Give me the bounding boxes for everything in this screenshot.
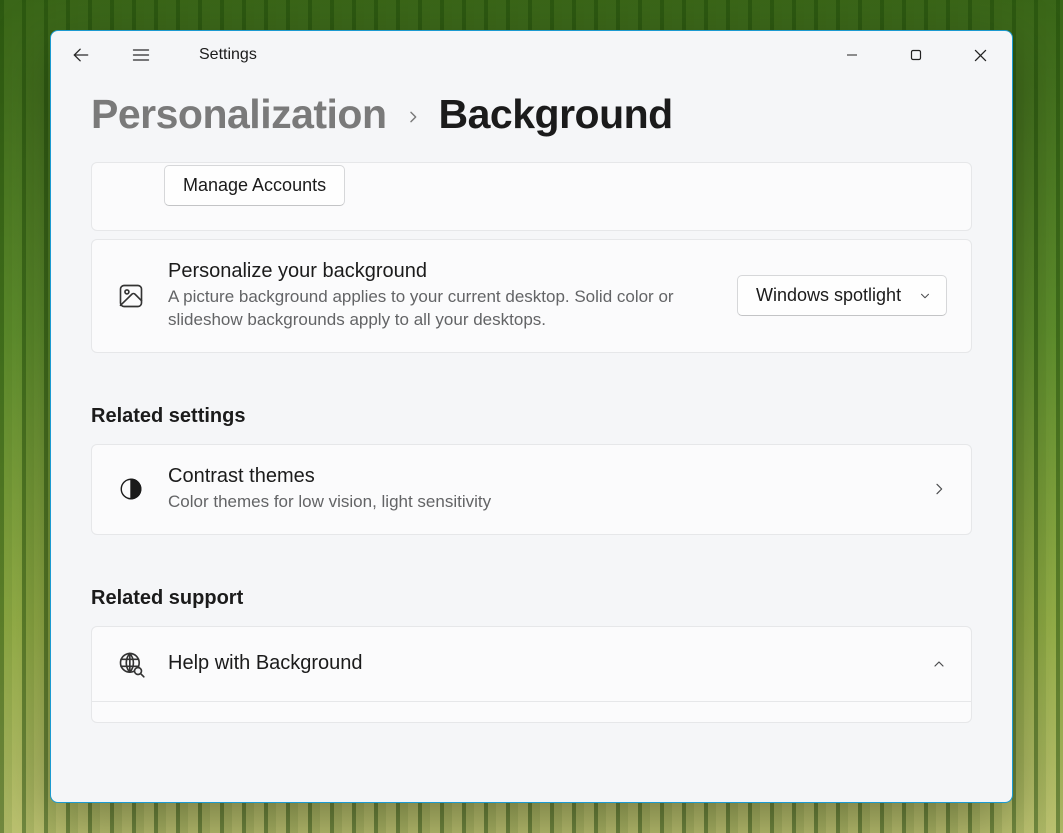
close-icon xyxy=(974,49,987,62)
contrast-themes-card[interactable]: Contrast themes Color themes for low vis… xyxy=(91,444,972,535)
breadcrumb: Personalization Background xyxy=(91,79,972,162)
contrast-title: Contrast themes xyxy=(168,465,909,488)
spotlight-card-partial: Manage Accounts xyxy=(91,162,972,231)
back-button[interactable] xyxy=(65,39,97,71)
background-type-value: Windows spotlight xyxy=(756,285,901,306)
chevron-right-icon xyxy=(405,105,421,131)
close-button[interactable] xyxy=(948,33,1012,77)
chevron-right-icon xyxy=(931,481,947,497)
hamburger-icon xyxy=(131,45,151,65)
related-support-heading: Related support xyxy=(91,587,972,610)
minimize-button[interactable] xyxy=(820,33,884,77)
app-title: Settings xyxy=(199,46,257,64)
maximize-icon xyxy=(910,49,922,61)
nav-menu-button[interactable] xyxy=(125,39,157,71)
personalize-background-card: Personalize your background A picture ba… xyxy=(91,239,972,353)
background-type-select[interactable]: Windows spotlight xyxy=(737,275,947,316)
minimize-icon xyxy=(846,49,858,61)
personalize-desc: A picture background applies to your cur… xyxy=(168,286,715,332)
help-background-card: Help with Background xyxy=(91,626,972,723)
back-arrow-icon xyxy=(71,45,91,65)
titlebar: Settings xyxy=(51,31,1012,79)
chevron-down-icon xyxy=(918,289,932,303)
help-background-toggle[interactable]: Help with Background xyxy=(92,627,971,702)
contrast-icon xyxy=(116,474,146,504)
content-area: Personalization Background Manage Accoun… xyxy=(51,79,1012,802)
chevron-up-icon xyxy=(931,656,947,672)
breadcrumb-current: Background xyxy=(439,91,673,138)
maximize-button[interactable] xyxy=(884,33,948,77)
globe-search-icon xyxy=(116,649,146,679)
personalize-title: Personalize your background xyxy=(168,260,715,283)
breadcrumb-parent[interactable]: Personalization xyxy=(91,91,387,138)
help-title: Help with Background xyxy=(168,652,909,675)
help-expanded-content xyxy=(92,702,971,722)
manage-accounts-button[interactable]: Manage Accounts xyxy=(164,165,345,206)
image-icon xyxy=(116,281,146,311)
related-settings-heading: Related settings xyxy=(91,405,972,428)
settings-window: Settings Personalization Background Mana… xyxy=(50,30,1013,803)
contrast-desc: Color themes for low vision, light sensi… xyxy=(168,491,909,514)
